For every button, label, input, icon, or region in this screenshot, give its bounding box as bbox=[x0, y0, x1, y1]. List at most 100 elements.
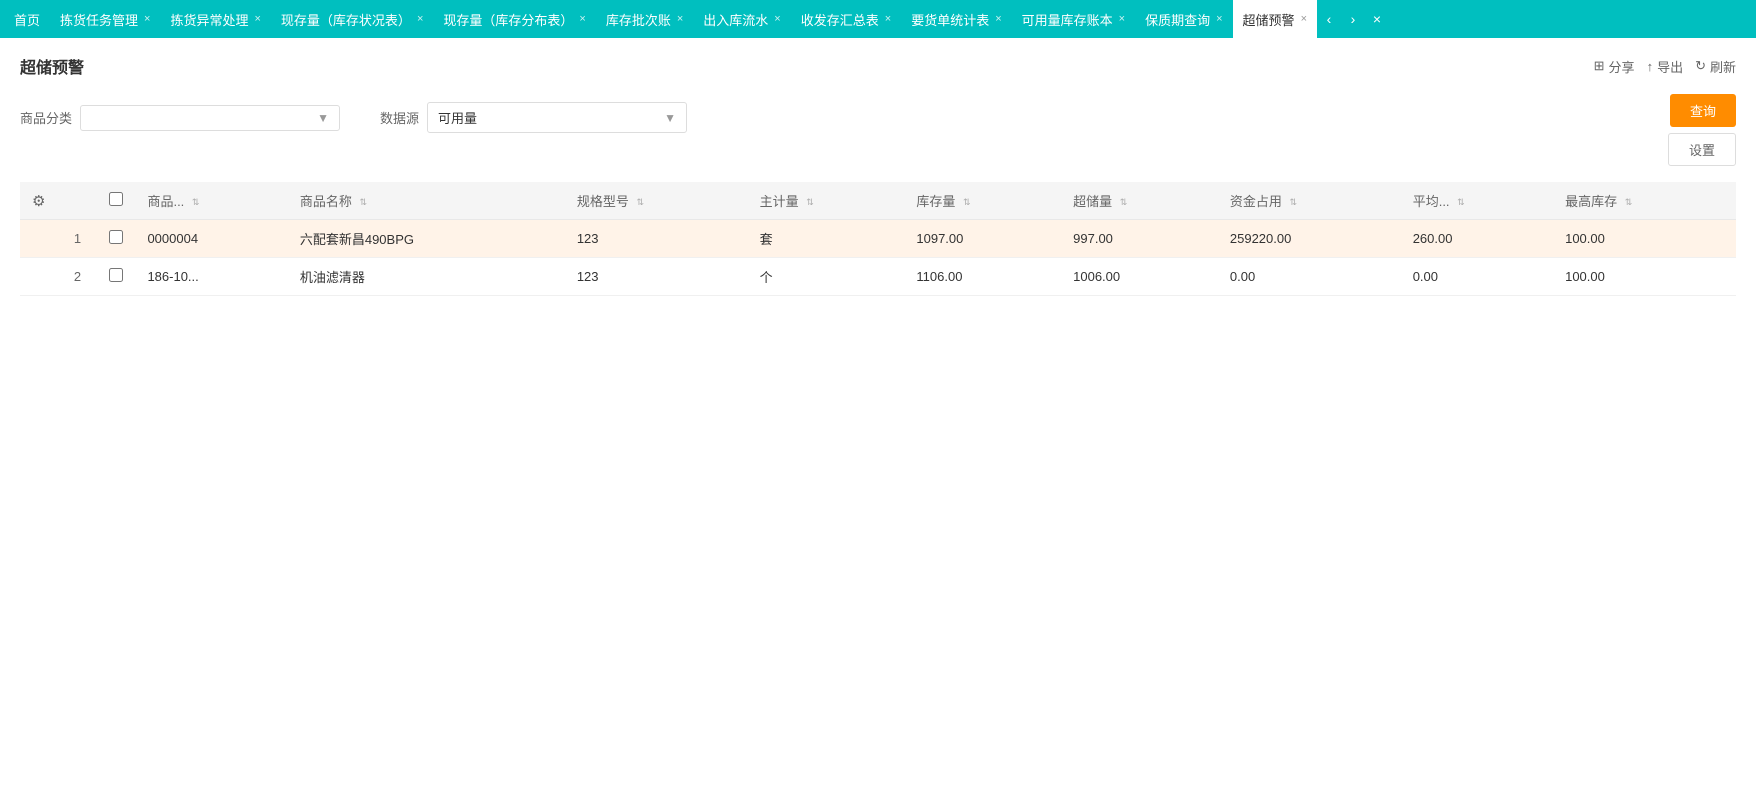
row-stock: 1106.00 bbox=[904, 258, 1061, 296]
row-checkbox[interactable] bbox=[109, 230, 123, 244]
nav-tab-batch[interactable]: 库存批次账 × bbox=[596, 0, 693, 38]
th-check bbox=[97, 182, 135, 220]
row-max-stock: 100.00 bbox=[1553, 220, 1736, 258]
nav-tab-expiry[interactable]: 保质期查询 × bbox=[1135, 0, 1232, 38]
row-product-code: 186-10... bbox=[135, 258, 287, 296]
sort-icon[interactable]: ⇅ bbox=[359, 197, 367, 208]
category-filter: 商品分类 ▼ bbox=[20, 105, 340, 131]
nav-tab-inventory-dist[interactable]: 现存量（库存分布表） × bbox=[433, 0, 595, 38]
row-unit: 套 bbox=[748, 220, 905, 258]
sort-icon[interactable]: ⇅ bbox=[1120, 197, 1128, 208]
gear-icon[interactable]: ⚙ bbox=[32, 193, 45, 210]
nav-tab-task[interactable]: 拣货任务管理 × bbox=[50, 0, 160, 38]
datasource-select[interactable]: 可用量 ▼ bbox=[427, 102, 687, 133]
share-icon: ⊞ bbox=[1594, 58, 1605, 74]
th-max-stock: 最高库存 ⇅ bbox=[1553, 182, 1736, 220]
close-icon[interactable]: × bbox=[1119, 13, 1125, 25]
table-row: 2 186-10... 机油滤清器 123 个 1106.00 1006.00 … bbox=[20, 258, 1736, 296]
select-all-checkbox[interactable] bbox=[109, 192, 123, 206]
th-capital: 资金占用 ⇅ bbox=[1218, 182, 1401, 220]
header-actions: ⊞ 分享 ↑ 导出 ↻ 刷新 bbox=[1594, 57, 1736, 76]
row-gear bbox=[20, 258, 57, 296]
row-capital: 0.00 bbox=[1218, 258, 1401, 296]
row-avg: 260.00 bbox=[1401, 220, 1553, 258]
category-label: 商品分类 bbox=[20, 108, 72, 127]
row-num: 1 bbox=[57, 220, 97, 258]
query-button[interactable]: 查询 bbox=[1670, 94, 1736, 127]
row-product-name: 六配套新昌490BPG bbox=[288, 220, 565, 258]
th-stock: 库存量 ⇅ bbox=[904, 182, 1061, 220]
nav-next-arrow[interactable]: › bbox=[1341, 0, 1365, 38]
th-gear: ⚙ bbox=[20, 182, 57, 220]
row-product-code: 0000004 bbox=[135, 220, 287, 258]
nav-close-arrow[interactable]: × bbox=[1365, 0, 1389, 38]
sort-icon[interactable]: ⇅ bbox=[1290, 197, 1298, 208]
page-content: 超储预警 ⊞ 分享 ↑ 导出 ↻ 刷新 商品分类 ▼ bbox=[0, 38, 1756, 800]
row-stock: 1097.00 bbox=[904, 220, 1061, 258]
datasource-value: 可用量 bbox=[438, 108, 477, 127]
row-gear bbox=[20, 220, 57, 258]
export-button[interactable]: ↑ 导出 bbox=[1647, 57, 1684, 76]
filter-actions: 查询 设置 bbox=[1668, 94, 1736, 166]
nav-tab-flow[interactable]: 出入库流水 × bbox=[693, 0, 790, 38]
sort-icon[interactable]: ⇅ bbox=[1625, 197, 1633, 208]
row-num: 2 bbox=[57, 258, 97, 296]
page-title: 超储预警 bbox=[20, 54, 84, 78]
row-unit: 个 bbox=[748, 258, 905, 296]
nav-tab-requisition[interactable]: 要货单统计表 × bbox=[901, 0, 1011, 38]
close-icon[interactable]: × bbox=[579, 13, 585, 25]
top-nav: 首页 拣货任务管理 × 拣货异常处理 × 现存量（库存状况表） × 现存量（库存… bbox=[0, 0, 1756, 38]
close-icon[interactable]: × bbox=[144, 13, 150, 25]
sort-icon[interactable]: ⇅ bbox=[192, 197, 200, 208]
close-icon[interactable]: × bbox=[677, 13, 683, 25]
datasource-filter: 数据源 可用量 ▼ bbox=[380, 102, 687, 133]
table-row: 1 0000004 六配套新昌490BPG 123 套 1097.00 997.… bbox=[20, 220, 1736, 258]
row-capital: 259220.00 bbox=[1218, 220, 1401, 258]
page-header: 超储预警 ⊞ 分享 ↑ 导出 ↻ 刷新 bbox=[20, 54, 1736, 78]
row-product-name: 机油滤清器 bbox=[288, 258, 565, 296]
data-table: ⚙ 商品... ⇅ 商品名称 ⇅ 规格型号 ⇅ bbox=[20, 182, 1736, 296]
th-avg: 平均... ⇅ bbox=[1401, 182, 1553, 220]
close-icon[interactable]: × bbox=[885, 13, 891, 25]
row-over-stock: 1006.00 bbox=[1061, 258, 1218, 296]
row-spec: 123 bbox=[565, 220, 748, 258]
row-check bbox=[97, 220, 135, 258]
nav-tab-inventory-status[interactable]: 现存量（库存状况表） × bbox=[271, 0, 433, 38]
sort-icon[interactable]: ⇅ bbox=[806, 197, 814, 208]
share-button[interactable]: ⊞ 分享 bbox=[1594, 57, 1635, 76]
refresh-icon: ↻ bbox=[1695, 58, 1706, 74]
nav-tab-available[interactable]: 可用量库存账本 × bbox=[1012, 0, 1135, 38]
nav-tab-home[interactable]: 首页 bbox=[4, 0, 50, 38]
th-product-name: 商品名称 ⇅ bbox=[288, 182, 565, 220]
nav-tab-exception[interactable]: 拣货异常处理 × bbox=[160, 0, 270, 38]
refresh-button[interactable]: ↻ 刷新 bbox=[1695, 57, 1736, 76]
row-check bbox=[97, 258, 135, 296]
nav-prev-arrow[interactable]: ‹ bbox=[1317, 0, 1341, 38]
datasource-label: 数据源 bbox=[380, 108, 419, 127]
settings-button[interactable]: 设置 bbox=[1668, 133, 1736, 166]
sort-icon[interactable]: ⇅ bbox=[636, 197, 644, 208]
th-product-code: 商品... ⇅ bbox=[135, 182, 287, 220]
close-icon[interactable]: × bbox=[417, 13, 423, 25]
close-icon[interactable]: × bbox=[995, 13, 1001, 25]
chevron-down-icon: ▼ bbox=[317, 111, 329, 125]
nav-tab-summary[interactable]: 收发存汇总表 × bbox=[791, 0, 901, 38]
close-icon[interactable]: × bbox=[1301, 13, 1307, 25]
th-num bbox=[57, 182, 97, 220]
chevron-down-icon: ▼ bbox=[664, 111, 676, 125]
sort-icon[interactable]: ⇅ bbox=[1457, 197, 1465, 208]
table-header-row: ⚙ 商品... ⇅ 商品名称 ⇅ 规格型号 ⇅ bbox=[20, 182, 1736, 220]
nav-tab-overstock[interactable]: 超储预警 × bbox=[1233, 0, 1317, 38]
close-icon[interactable]: × bbox=[1216, 13, 1222, 25]
th-unit: 主计量 ⇅ bbox=[748, 182, 905, 220]
row-checkbox[interactable] bbox=[109, 268, 123, 282]
close-icon[interactable]: × bbox=[774, 13, 780, 25]
row-spec: 123 bbox=[565, 258, 748, 296]
row-over-stock: 997.00 bbox=[1061, 220, 1218, 258]
category-select[interactable]: ▼ bbox=[80, 105, 340, 131]
th-spec: 规格型号 ⇅ bbox=[565, 182, 748, 220]
row-avg: 0.00 bbox=[1401, 258, 1553, 296]
close-icon[interactable]: × bbox=[254, 13, 260, 25]
sort-icon[interactable]: ⇅ bbox=[963, 197, 971, 208]
export-icon: ↑ bbox=[1647, 59, 1654, 74]
